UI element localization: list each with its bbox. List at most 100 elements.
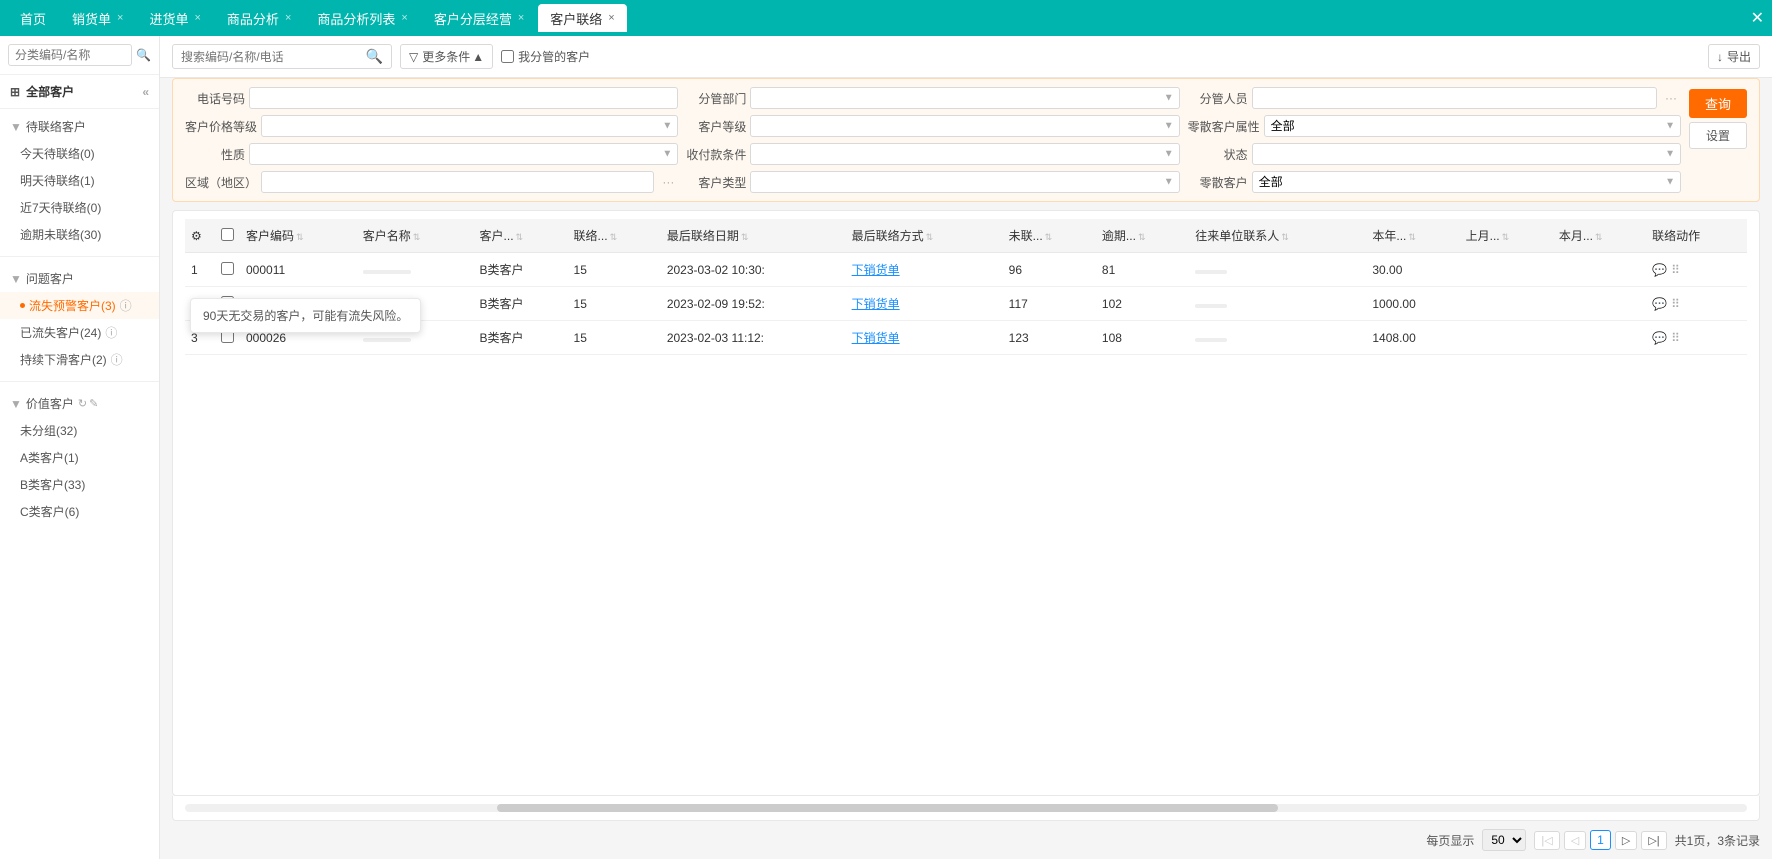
my-customers-checkbox[interactable] [501, 50, 514, 63]
col-code[interactable]: 客户编码⇅ [240, 219, 357, 253]
tab-sales[interactable]: 销货单 × [60, 4, 135, 32]
col-this-month[interactable]: 本月...⇅ [1553, 219, 1646, 253]
col-no-contact[interactable]: 未联...⇅ [1003, 219, 1096, 253]
sort-icon[interactable]: ⇅ [1281, 232, 1289, 242]
settings-button[interactable]: 设置 [1689, 122, 1747, 149]
last-page-button[interactable]: ▷| [1641, 831, 1666, 850]
query-button[interactable]: 查询 [1689, 89, 1747, 118]
row-checkbox[interactable] [221, 262, 234, 275]
first-page-button[interactable]: |◁ [1534, 831, 1559, 850]
sidebar-item-overdue[interactable]: 逾期未联络(30) [0, 221, 159, 248]
sort-icon[interactable]: ⇅ [296, 232, 304, 242]
action-icons[interactable]: 💬 ⠿ [1652, 263, 1741, 277]
contact-icon[interactable]: 💬 [1652, 297, 1667, 311]
next-page-button[interactable]: ▷ [1615, 831, 1637, 850]
chevron-left-icon[interactable]: « [142, 85, 149, 99]
row-last-method[interactable]: 下销货单 [846, 321, 1003, 355]
search-button[interactable]: 🔍 [366, 48, 383, 65]
more-icon[interactable]: ··· [658, 175, 678, 189]
window-close-icon[interactable]: ✕ [1751, 8, 1764, 28]
sidebar-all-customers[interactable]: ⊞ 全部客户 « [0, 75, 159, 109]
sidebar-item-declining[interactable]: 持续下滑客户(2) ⓘ [0, 346, 159, 373]
cust-level-select[interactable] [750, 115, 1179, 137]
sidebar-item-today[interactable]: 今天待联络(0) [0, 140, 159, 167]
sidebar-group-problem[interactable]: ▼ 问题客户 [0, 265, 159, 292]
sidebar-item-ungrouped[interactable]: 未分组(32) [0, 417, 159, 444]
sort-icon[interactable]: ⇅ [1502, 232, 1510, 242]
my-customers-checkbox-label[interactable]: 我分管的客户 [501, 48, 590, 65]
sort-icon[interactable]: ⇅ [1595, 232, 1603, 242]
person-input[interactable] [1252, 87, 1657, 109]
tab-purchase[interactable]: 进货单 × [137, 4, 212, 32]
more-actions-icon[interactable]: ⠿ [1671, 297, 1680, 311]
zero-cust-select[interactable]: 全部 [1252, 171, 1681, 193]
col-type[interactable]: 客户...⇅ [474, 219, 568, 253]
close-icon[interactable]: × [194, 12, 200, 24]
last-method-link[interactable]: 下销货单 [852, 263, 900, 277]
sidebar-group-pending[interactable]: ▼ 待联络客户 [0, 113, 159, 140]
more-actions-icon[interactable]: ⠿ [1671, 331, 1680, 345]
sidebar-item-tomorrow[interactable]: 明天待联络(1) [0, 167, 159, 194]
select-all-checkbox[interactable] [221, 228, 234, 241]
close-icon[interactable]: × [117, 12, 123, 24]
col-last-date[interactable]: 最后联络日期⇅ [661, 219, 846, 253]
cust-type-select[interactable] [750, 171, 1179, 193]
close-icon[interactable]: × [285, 12, 291, 24]
contact-icon[interactable]: 💬 [1652, 263, 1667, 277]
action-icons[interactable]: 💬 ⠿ [1652, 331, 1741, 345]
payment-select[interactable] [750, 143, 1179, 165]
tab-goods-analysis[interactable]: 商品分析 × [215, 4, 303, 32]
col-contacts-person[interactable]: 往来单位联系人⇅ [1189, 219, 1366, 253]
tab-home[interactable]: 首页 [8, 4, 58, 32]
sidebar-item-class-a[interactable]: A类客户(1) [0, 444, 159, 471]
close-icon[interactable]: × [608, 12, 614, 24]
prev-page-button[interactable]: ◁ [1564, 831, 1586, 850]
tab-customer-contact[interactable]: 客户联络 × [538, 4, 626, 32]
refresh-icon[interactable]: ↻ [78, 397, 87, 410]
sort-icon[interactable]: ⇅ [413, 232, 421, 242]
col-overdue[interactable]: 逾期...⇅ [1096, 219, 1189, 253]
contact-icon[interactable]: 💬 [1652, 331, 1667, 345]
row-actions[interactable]: 💬 ⠿ [1646, 253, 1747, 287]
row-last-method[interactable]: 下销货单 [846, 287, 1003, 321]
row-last-method[interactable]: 下销货单 [846, 253, 1003, 287]
sidebar-item-churn-warning[interactable]: 流失预警客户(3) ⓘ [0, 292, 159, 319]
status-select[interactable] [1252, 143, 1681, 165]
col-name[interactable]: 客户名称⇅ [357, 219, 474, 253]
sidebar-search-input[interactable] [8, 44, 132, 66]
sidebar-item-7days[interactable]: 近7天待联络(0) [0, 194, 159, 221]
phone-input[interactable] [249, 87, 678, 109]
sidebar-item-churned[interactable]: 已流失客户(24) ⓘ [0, 319, 159, 346]
row-checkbox-cell[interactable] [215, 253, 240, 287]
search-input[interactable] [181, 50, 366, 64]
last-method-link[interactable]: 下销货单 [852, 331, 900, 345]
tab-customer-tier[interactable]: 客户分层经营 × [422, 4, 536, 32]
col-checkbox[interactable] [215, 219, 240, 253]
col-this-year[interactable]: 本年...⇅ [1366, 219, 1459, 253]
more-actions-icon[interactable]: ⠿ [1671, 263, 1680, 277]
sort-icon[interactable]: ⇅ [741, 232, 749, 242]
sort-icon[interactable]: ⇅ [926, 232, 934, 242]
col-last-method[interactable]: 最后联络方式⇅ [846, 219, 1003, 253]
tab-goods-list[interactable]: 商品分析列表 × [305, 4, 419, 32]
region-input[interactable] [261, 171, 654, 193]
sidebar-item-class-c[interactable]: C类客户(6) [0, 498, 159, 525]
price-level-select[interactable] [261, 115, 678, 137]
horizontal-scrollbar[interactable] [185, 804, 1747, 812]
sort-icon[interactable]: ⇅ [1408, 232, 1416, 242]
sidebar-group-value[interactable]: ▼ 价值客户 ↻ ✎ [0, 390, 159, 417]
last-method-link[interactable]: 下销货单 [852, 297, 900, 311]
gear-icon[interactable]: ⚙ [191, 229, 202, 243]
col-contact[interactable]: 联络...⇅ [568, 219, 661, 253]
sort-icon[interactable]: ⇅ [516, 232, 524, 242]
row-actions[interactable]: 💬 ⠿ [1646, 287, 1747, 321]
close-icon[interactable]: × [518, 12, 524, 24]
more-conditions-button[interactable]: ▽ 更多条件 ▲ [400, 44, 493, 69]
sort-icon[interactable]: ⇅ [610, 232, 618, 242]
zero-attr-select[interactable]: 全部 [1264, 115, 1681, 137]
close-icon[interactable]: × [401, 12, 407, 24]
sort-icon[interactable]: ⇅ [1045, 232, 1053, 242]
sort-icon[interactable]: ⇅ [1138, 232, 1146, 242]
sidebar-item-class-b[interactable]: B类客户(33) [0, 471, 159, 498]
export-button[interactable]: ↓ 导出 [1708, 44, 1760, 69]
